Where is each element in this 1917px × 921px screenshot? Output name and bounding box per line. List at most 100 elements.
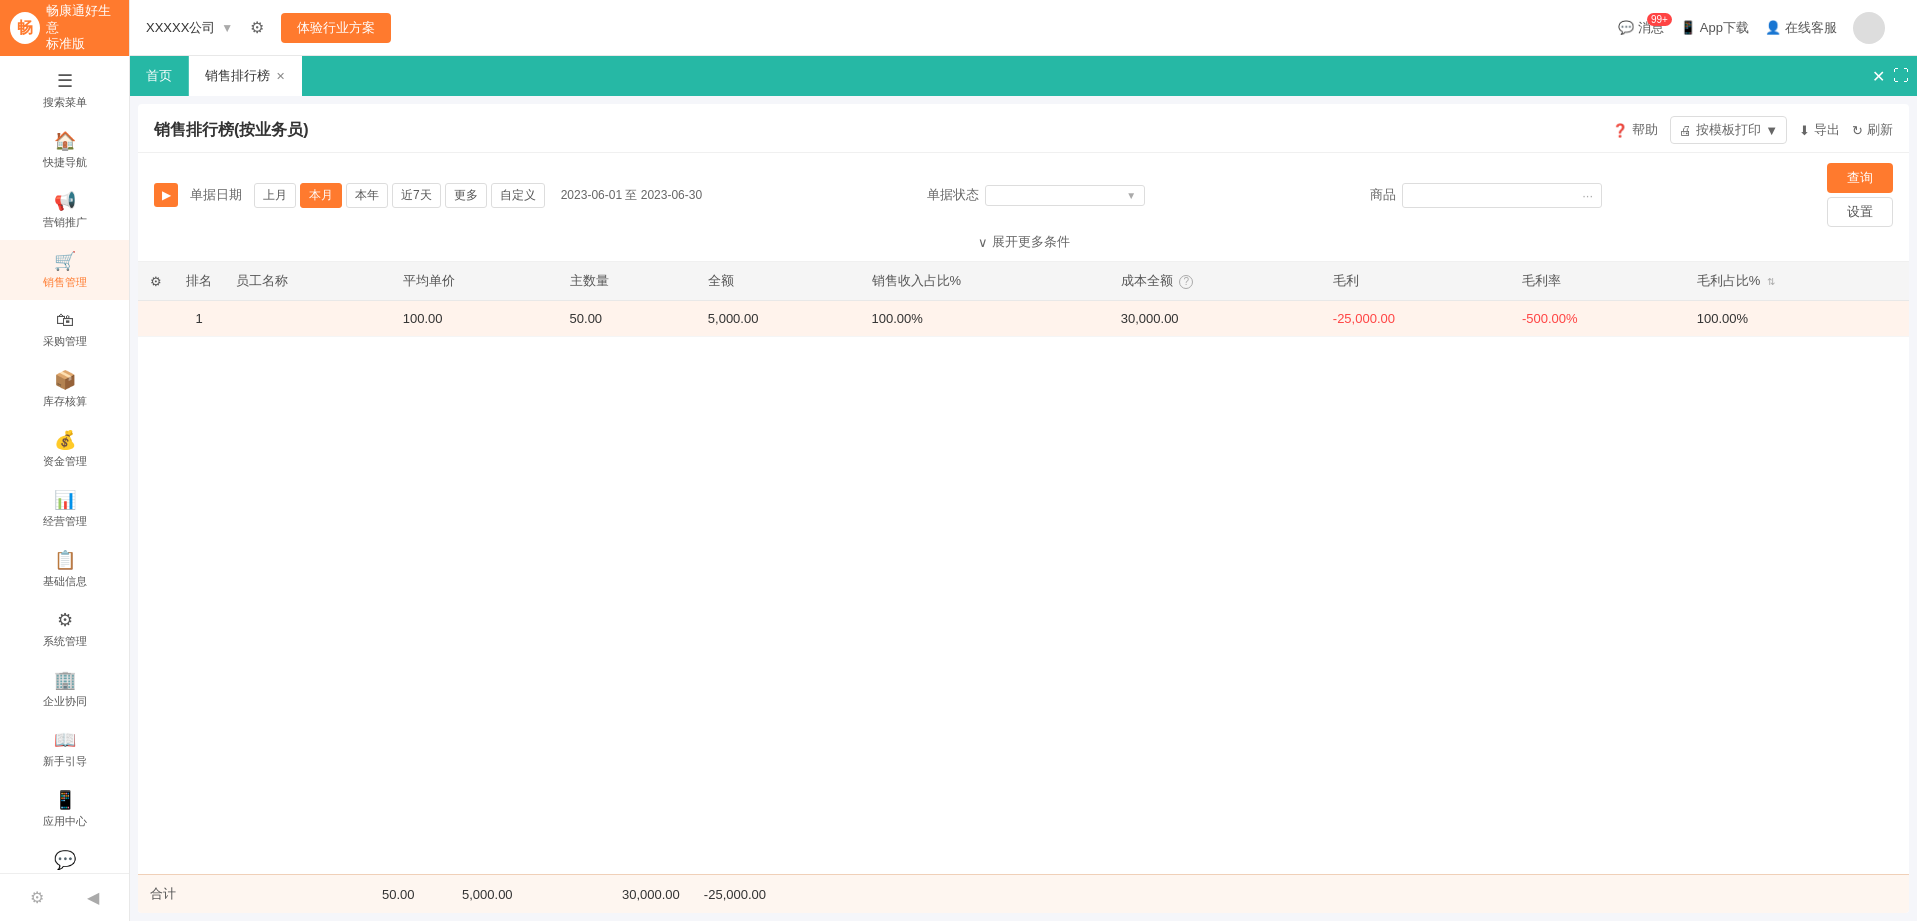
sidebar-item-quick-nav[interactable]: 🏠 快捷导航 <box>0 120 129 180</box>
tab-close-sales-rank[interactable]: ✕ <box>276 70 285 83</box>
system-icon: ⚙ <box>57 609 73 631</box>
row-employee-0 <box>224 301 391 337</box>
logo-text: 畅康通好生意 标准版 <box>46 3 119 54</box>
row-gross-rate-0: -500.00% <box>1510 301 1685 337</box>
date-btn-prev-month[interactable]: 上月 <box>254 183 296 208</box>
page-header: 销售排行榜(按业务员) ❓ 帮助 🖨 按模板打印 ▼ ⬇ 导出 <box>138 104 1909 153</box>
sidebar-settings-btn[interactable]: ⚙ <box>30 888 44 907</box>
col-cost: 成本全额 ? <box>1109 262 1321 301</box>
guide-label: 新手引导 <box>43 754 87 769</box>
finance-icon: 💰 <box>54 429 76 451</box>
cost-info-icon[interactable]: ? <box>1179 275 1193 289</box>
tab-label-sales-rank: 销售排行榜 <box>205 67 270 85</box>
row-avg-price-0: 100.00 <box>391 301 558 337</box>
date-btn-this-year[interactable]: 本年 <box>346 183 388 208</box>
sidebar-item-basic-info[interactable]: 📋 基础信息 <box>0 539 129 599</box>
row-rank-0: 1 <box>174 301 224 337</box>
doc-status-label: 单据状态 <box>927 186 979 204</box>
refresh-icon: ↻ <box>1852 123 1863 138</box>
col-gross-profit: 毛利 <box>1321 262 1510 301</box>
header-right: 💬 消息 99+ 📱 App下载 👤 在线客服 <box>1618 12 1901 44</box>
print-icon: 🖨 <box>1679 123 1692 138</box>
system-label: 系统管理 <box>43 634 87 649</box>
online-service-btn[interactable]: 👤 在线客服 <box>1765 19 1837 37</box>
date-btn-more[interactable]: 更多 <box>445 183 487 208</box>
company-arrow-icon: ▼ <box>221 21 233 35</box>
help-btn[interactable]: ❓ 帮助 <box>1612 121 1658 139</box>
date-buttons: 上月本月本年近7天更多自定义 <box>254 183 545 208</box>
header-settings-btn[interactable]: ⚙ <box>243 14 271 42</box>
operations-icon: 📊 <box>54 489 76 511</box>
footer-label: 合计 <box>150 885 210 903</box>
col-sales-ratio: 销售收入占比% <box>860 262 1109 301</box>
sidebar-item-purchase[interactable]: 🛍 采购管理 <box>0 300 129 359</box>
print-btn[interactable]: 🖨 按模板打印 ▼ <box>1670 116 1787 144</box>
enterprise-icon: 🏢 <box>54 669 76 691</box>
industry-btn[interactable]: 体验行业方案 <box>281 13 391 43</box>
marketing-label: 营销推广 <box>43 215 87 230</box>
sort-icon[interactable]: ⇅ <box>1767 276 1775 287</box>
message-btn[interactable]: 💬 消息 99+ <box>1618 19 1664 37</box>
expand-icon[interactable]: ⛶ <box>1893 67 1909 85</box>
footer-qty: 50.00 <box>370 887 450 902</box>
sidebar-item-system[interactable]: ⚙ 系统管理 <box>0 599 129 659</box>
company-selector[interactable]: XXXXX公司 ▼ <box>146 19 233 37</box>
col-avg-price: 平均单价 <box>391 262 558 301</box>
inventory-icon: 📦 <box>54 369 76 391</box>
query-btn[interactable]: 查询 <box>1827 163 1893 193</box>
sidebar-item-enterprise[interactable]: 🏢 企业协同 <box>0 659 129 719</box>
message-badge: 99+ <box>1647 13 1672 26</box>
export-btn[interactable]: ⬇ 导出 <box>1799 121 1840 139</box>
search-orders-label: 搜索菜单 <box>43 95 87 110</box>
settings-panel-btn[interactable]: 设置 <box>1827 197 1893 227</box>
footer-cells: 50.00 5,000.00 30,000.00 -25,000.00 <box>210 887 1897 902</box>
col-gross-ratio: 毛利占比% ⇅ <box>1685 262 1909 301</box>
sidebar-item-marketing[interactable]: 📢 营销推广 <box>0 180 129 240</box>
app-download-btn[interactable]: 📱 App下载 <box>1680 19 1749 37</box>
row-sales-ratio-0: 100.00% <box>860 301 1109 337</box>
tab-home[interactable]: 首页 <box>130 56 189 96</box>
date-btn-custom[interactable]: 自定义 <box>491 183 545 208</box>
basic-info-label: 基础信息 <box>43 574 87 589</box>
goods-more-icon: ··· <box>1582 188 1593 203</box>
sidebar-item-operations[interactable]: 📊 经营管理 <box>0 479 129 539</box>
expand-conditions-btn[interactable]: ∨ 展开更多条件 <box>154 227 1893 251</box>
goods-label: 商品 <box>1370 186 1396 204</box>
date-btn-last7days[interactable]: 近7天 <box>392 183 441 208</box>
col-rank: 排名 <box>174 262 224 301</box>
goods-input[interactable]: ··· <box>1402 183 1602 208</box>
doc-status-filter: 单据状态 ▼ <box>927 185 1145 206</box>
sidebar-collapse-btn[interactable]: ◀ <box>87 888 99 907</box>
doc-status-select[interactable]: ▼ <box>985 185 1145 206</box>
sidebar-item-sales[interactable]: 🛒 销售管理 <box>0 240 129 300</box>
date-btn-this-month[interactable]: 本月 <box>300 183 342 208</box>
filter-toggle-btn[interactable]: ▶ <box>154 183 178 207</box>
sidebar-item-app-center[interactable]: 📱 应用中心 <box>0 779 129 839</box>
sidebar-item-search-orders[interactable]: ☰ 搜索菜单 <box>0 60 129 120</box>
sidebar: 畅 畅康通好生意 标准版 ☰ 搜索菜单🏠 快捷导航📢 营销推广🛒 销售管理🛍 采… <box>0 0 130 921</box>
table-row: 1 100.00 50.00 5,000.00 100.00% 30,000.0… <box>138 301 1909 337</box>
sidebar-item-guide[interactable]: 📖 新手引导 <box>0 719 129 779</box>
search-orders-icon: ☰ <box>57 70 73 92</box>
quick-nav-label: 快捷导航 <box>43 155 87 170</box>
sidebar-item-wechat[interactable]: 💬 企业微信 <box>0 839 129 873</box>
tab-sales-rank[interactable]: 销售排行榜 ✕ <box>189 56 302 96</box>
basic-info-icon: 📋 <box>54 549 76 571</box>
service-icon: 👤 <box>1765 20 1781 35</box>
sidebar-logo: 畅 畅康通好生意 标准版 <box>0 0 129 56</box>
sidebar-item-finance[interactable]: 💰 资金管理 <box>0 419 129 479</box>
goods-filter: 商品 ··· <box>1370 183 1602 208</box>
col-amount: 全额 <box>696 262 860 301</box>
marketing-icon: 📢 <box>54 190 76 212</box>
sidebar-item-inventory[interactable]: 📦 库存核算 <box>0 359 129 419</box>
col-settings[interactable]: ⚙ <box>138 262 174 301</box>
enterprise-label: 企业协同 <box>43 694 87 709</box>
chevron-down-icon: ∨ <box>978 235 988 250</box>
help-icon: ❓ <box>1612 123 1628 138</box>
avatar[interactable] <box>1853 12 1885 44</box>
page-actions: ❓ 帮助 🖨 按模板打印 ▼ ⬇ 导出 ↻ 刷新 <box>1612 116 1893 144</box>
close-window-icon[interactable]: ✕ <box>1872 67 1885 86</box>
row-settings-0 <box>138 301 174 337</box>
refresh-btn[interactable]: ↻ 刷新 <box>1852 121 1893 139</box>
main-area: XXXXX公司 ▼ ⚙ 体验行业方案 💬 消息 99+ 📱 App下载 👤 在线… <box>130 0 1917 921</box>
